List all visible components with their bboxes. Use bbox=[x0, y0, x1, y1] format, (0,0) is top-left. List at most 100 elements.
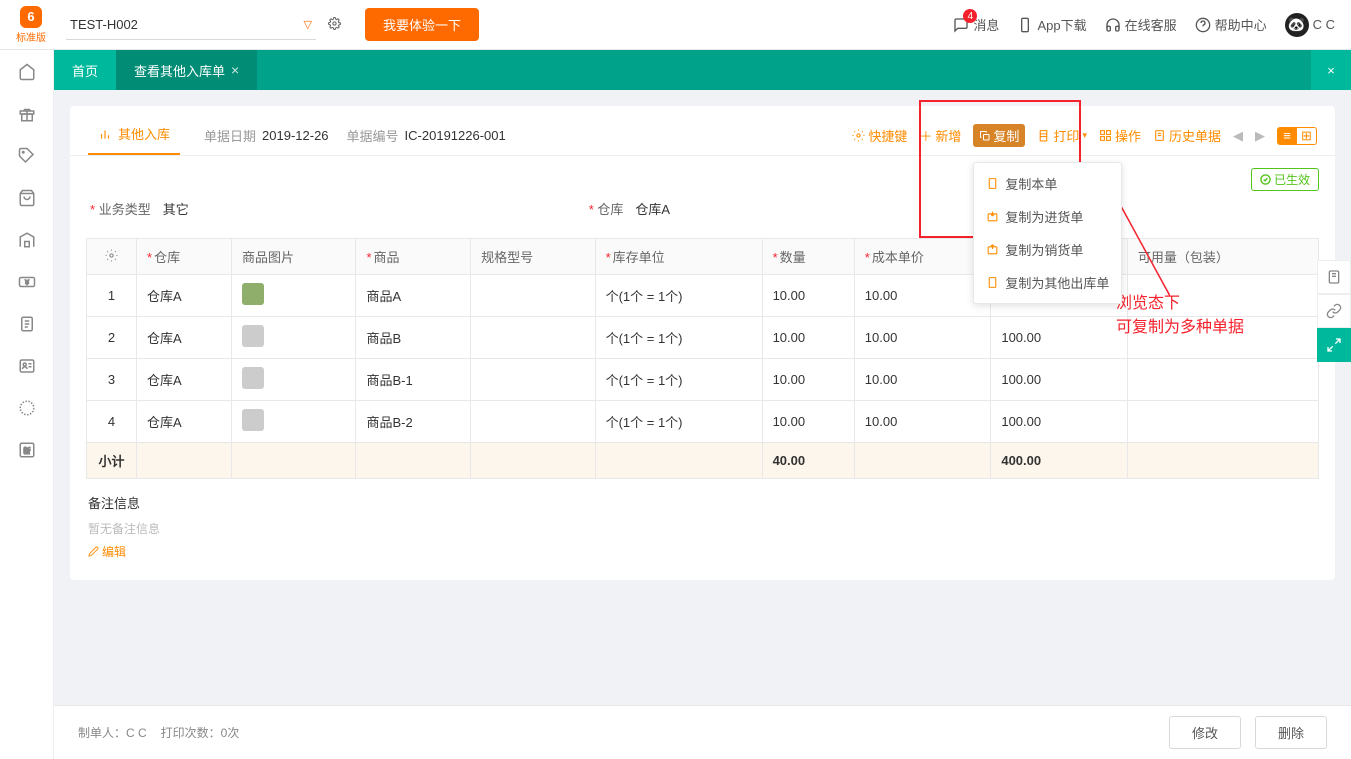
col-warehouse: *仓库 bbox=[137, 239, 232, 275]
subtotal-row: 小计 40.00 400.00 bbox=[87, 443, 1319, 479]
row-qty: 10.00 bbox=[762, 317, 854, 359]
table-row[interactable]: 4 仓库A 商品B-2 个(1个 = 1个) 10.00 10.00 100.0… bbox=[87, 401, 1319, 443]
table-row[interactable]: 2 仓库A 商品B 个(1个 = 1个) 10.00 10.00 100.00 bbox=[87, 317, 1319, 359]
tab-home[interactable]: 首页 bbox=[54, 50, 116, 90]
sidebar-home-icon[interactable] bbox=[17, 62, 37, 82]
new-button[interactable]: ＋新增 bbox=[919, 126, 961, 145]
col-product: *商品 bbox=[356, 239, 471, 275]
row-unit: 个(1个 = 1个) bbox=[595, 359, 762, 401]
sidebar-extend-icon[interactable] bbox=[17, 398, 37, 418]
product-thumb-icon bbox=[242, 409, 264, 431]
row-warehouse: 仓库A bbox=[137, 359, 232, 401]
trial-button[interactable]: 我要体验一下 bbox=[365, 8, 479, 41]
logo-icon: 6 bbox=[20, 6, 42, 28]
row-image bbox=[231, 401, 356, 443]
copy-as-other-out-item[interactable]: 复制为其他出库单 bbox=[974, 266, 1121, 299]
row-price: 10.00 bbox=[854, 275, 991, 317]
sidebar-bag-icon[interactable] bbox=[17, 188, 37, 208]
row-qty: 10.00 bbox=[762, 359, 854, 401]
remarks-edit-button[interactable]: 编辑 bbox=[88, 543, 126, 560]
print-count-text: 打印次数：0次 bbox=[161, 724, 240, 741]
logo-edition: 标准版 bbox=[16, 29, 46, 44]
sidebar-money-icon[interactable]: ¥ bbox=[17, 272, 37, 292]
print-button[interactable]: 打印 ▾ bbox=[1037, 126, 1087, 145]
product-thumb-icon bbox=[242, 325, 264, 347]
col-gear[interactable] bbox=[87, 239, 137, 275]
org-selector[interactable]: TEST-H002 ▽ bbox=[66, 10, 316, 40]
sidebar-contact-icon[interactable] bbox=[17, 356, 37, 376]
sidebar-clipboard-icon[interactable] bbox=[17, 314, 37, 334]
row-price: 10.00 bbox=[854, 401, 991, 443]
operate-button[interactable]: 操作 bbox=[1099, 126, 1141, 145]
col-image: 商品图片 bbox=[231, 239, 356, 275]
sidebar-tag-icon[interactable] bbox=[17, 146, 37, 166]
subtotal-amount: 400.00 bbox=[991, 443, 1128, 479]
org-settings-icon[interactable] bbox=[328, 17, 341, 33]
next-doc-icon[interactable]: ▶ bbox=[1255, 128, 1265, 144]
panel-tab[interactable]: 其他入库 bbox=[88, 116, 180, 155]
copy-button[interactable]: 复制 bbox=[973, 124, 1025, 147]
table-row[interactable]: 3 仓库A 商品B-1 个(1个 = 1个) 10.00 10.00 100.0… bbox=[87, 359, 1319, 401]
svg-text:新: 新 bbox=[23, 446, 30, 455]
help-icon bbox=[1195, 17, 1211, 33]
online-service-link[interactable]: 在线客服 bbox=[1105, 15, 1177, 34]
float-link-icon[interactable] bbox=[1317, 294, 1351, 328]
row-index: 1 bbox=[87, 275, 137, 317]
gear-icon bbox=[852, 129, 865, 142]
footer-bar: 制单人：C C 打印次数：0次 修改 删除 bbox=[54, 705, 1351, 759]
sidebar-new-icon[interactable]: 新 bbox=[17, 440, 37, 460]
warehouse-value: 仓库A bbox=[635, 199, 670, 218]
grid-view-icon[interactable]: ⊞ bbox=[1297, 127, 1317, 145]
tab-bar-close-icon[interactable]: × bbox=[1311, 50, 1351, 90]
copy-as-sales-item[interactable]: 复制为销货单 bbox=[974, 233, 1121, 266]
col-price: *成本单价 bbox=[854, 239, 991, 275]
row-warehouse: 仓库A bbox=[137, 317, 232, 359]
row-index: 2 bbox=[87, 317, 137, 359]
row-price: 10.00 bbox=[854, 359, 991, 401]
date-label: 单据日期 bbox=[204, 126, 256, 145]
doc-no-label: 单据编号 bbox=[347, 126, 399, 145]
prev-doc-icon[interactable]: ◀ bbox=[1233, 128, 1243, 144]
edit-icon bbox=[88, 546, 99, 557]
app-download-link[interactable]: App下载 bbox=[1017, 15, 1086, 34]
col-spec: 规格型号 bbox=[471, 239, 596, 275]
delete-button[interactable]: 删除 bbox=[1255, 716, 1327, 749]
headset-icon bbox=[1105, 17, 1121, 33]
history-button[interactable]: 历史单据 bbox=[1153, 126, 1221, 145]
sidebar-warehouse-icon[interactable] bbox=[17, 230, 37, 250]
copy-as-purchase-item[interactable]: 复制为进货单 bbox=[974, 200, 1121, 233]
logo[interactable]: 6 标准版 bbox=[4, 6, 58, 44]
date-value: 2019-12-26 bbox=[262, 128, 329, 143]
warehouse-field: * 仓库 仓库A bbox=[589, 199, 670, 218]
doc-no-value: IC-20191226-001 bbox=[405, 128, 506, 143]
right-float-tools bbox=[1317, 260, 1351, 362]
list-view-icon[interactable]: ≡ bbox=[1277, 127, 1297, 145]
user-menu[interactable]: 🐼 C C bbox=[1285, 13, 1335, 37]
row-amount: 100.00 bbox=[991, 401, 1128, 443]
tab-current[interactable]: 查看其他入库单 × bbox=[116, 50, 257, 90]
status-badge: 已生效 bbox=[1251, 168, 1319, 191]
remarks-title: 备注信息 bbox=[88, 493, 1317, 512]
messages-link[interactable]: 4 消息 bbox=[953, 15, 999, 34]
col-unit: *库存单位 bbox=[595, 239, 762, 275]
tab-bar: 首页 查看其他入库单 × × bbox=[54, 50, 1351, 90]
caret-down-icon: ▾ bbox=[1082, 130, 1087, 141]
product-thumb-icon bbox=[242, 367, 264, 389]
row-qty: 10.00 bbox=[762, 275, 854, 317]
biz-type-value: 其它 bbox=[163, 199, 189, 218]
col-available: 可用量（包装） bbox=[1127, 239, 1318, 275]
float-expand-icon[interactable] bbox=[1317, 328, 1351, 362]
modify-button[interactable]: 修改 bbox=[1169, 716, 1241, 749]
subtotal-label: 小计 bbox=[87, 443, 137, 479]
sidebar-gift-icon[interactable] bbox=[17, 104, 37, 124]
float-note-icon[interactable] bbox=[1317, 260, 1351, 294]
row-product: 商品A bbox=[356, 275, 471, 317]
table-row[interactable]: 1 仓库A 商品A 个(1个 = 1个) 10.00 10.00 100.00 bbox=[87, 275, 1319, 317]
row-spec bbox=[471, 401, 596, 443]
row-amount: 100.00 bbox=[991, 317, 1128, 359]
close-icon[interactable]: × bbox=[231, 62, 239, 78]
copy-this-item[interactable]: 复制本单 bbox=[974, 167, 1121, 200]
shortcut-button[interactable]: 快捷键 bbox=[852, 126, 907, 145]
document-panel: 其他入库 单据日期 2019-12-26 单据编号 IC-20191226-00… bbox=[70, 106, 1335, 580]
help-center-link[interactable]: 帮助中心 bbox=[1195, 15, 1267, 34]
